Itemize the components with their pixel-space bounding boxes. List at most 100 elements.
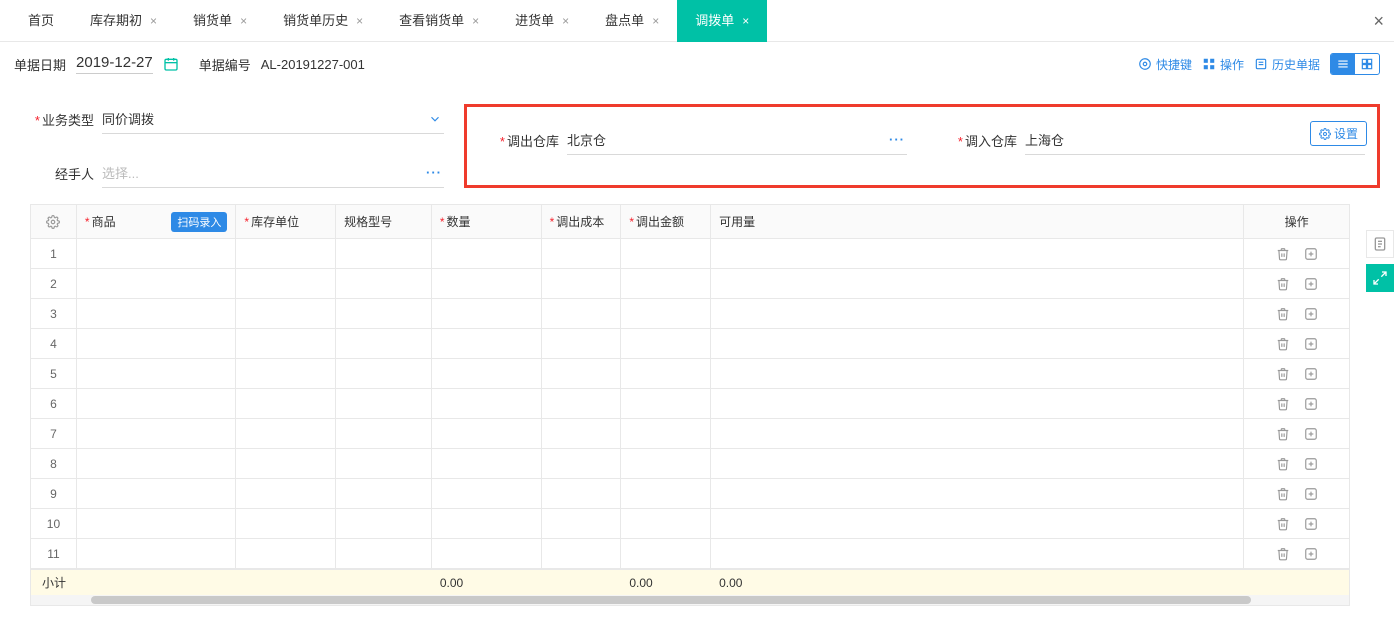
cell-product[interactable]	[77, 419, 237, 449]
view-list-button[interactable]	[1331, 54, 1355, 74]
cell-unit[interactable]	[236, 449, 336, 479]
delete-icon[interactable]	[1276, 487, 1290, 501]
cell-amount[interactable]	[621, 509, 711, 539]
table-row[interactable]: 11	[31, 539, 1349, 569]
close-icon[interactable]: ×	[356, 0, 363, 42]
actions-link[interactable]: 操作	[1202, 56, 1244, 73]
add-icon[interactable]	[1304, 307, 1318, 321]
biz-type-select[interactable]: 同价调拨	[102, 104, 444, 134]
cell-avail[interactable]	[711, 359, 1244, 389]
cell-qty[interactable]	[432, 389, 542, 419]
cell-avail[interactable]	[711, 329, 1244, 359]
cell-unit[interactable]	[236, 329, 336, 359]
table-row[interactable]: 7	[31, 419, 1349, 449]
cell-product[interactable]	[77, 389, 237, 419]
add-icon[interactable]	[1304, 487, 1318, 501]
cell-qty[interactable]	[432, 299, 542, 329]
cell-spec[interactable]	[336, 329, 432, 359]
add-icon[interactable]	[1304, 547, 1318, 561]
table-row[interactable]: 10	[31, 509, 1349, 539]
delete-icon[interactable]	[1276, 397, 1290, 411]
cell-amount[interactable]	[621, 329, 711, 359]
cell-cost[interactable]	[542, 449, 622, 479]
tab-sales-history[interactable]: 销货单历史×	[265, 0, 381, 42]
settings-button[interactable]: 设置	[1310, 121, 1367, 146]
add-icon[interactable]	[1304, 277, 1318, 291]
cell-spec[interactable]	[336, 389, 432, 419]
cell-avail[interactable]	[711, 509, 1244, 539]
side-notes-button[interactable]	[1366, 230, 1394, 258]
cell-qty[interactable]	[432, 239, 542, 269]
cell-amount[interactable]	[621, 239, 711, 269]
cell-product[interactable]	[77, 539, 237, 569]
cell-product[interactable]	[77, 299, 237, 329]
cell-avail[interactable]	[711, 449, 1244, 479]
close-all-tabs-icon[interactable]: ×	[1373, 0, 1384, 42]
date-value[interactable]: 2019-12-27	[76, 54, 153, 74]
scrollbar-thumb[interactable]	[91, 596, 1251, 604]
table-row[interactable]: 2	[31, 269, 1349, 299]
tab-purchase[interactable]: 进货单×	[497, 0, 587, 42]
out-wh-select[interactable]: 北京仓 ···	[567, 125, 907, 155]
cell-spec[interactable]	[336, 449, 432, 479]
table-row[interactable]: 9	[31, 479, 1349, 509]
calendar-icon[interactable]	[163, 56, 179, 72]
cell-amount[interactable]	[621, 269, 711, 299]
cell-cost[interactable]	[542, 539, 622, 569]
cell-avail[interactable]	[711, 479, 1244, 509]
cell-unit[interactable]	[236, 389, 336, 419]
side-expand-button[interactable]	[1366, 264, 1394, 292]
cell-unit[interactable]	[236, 269, 336, 299]
table-row[interactable]: 6	[31, 389, 1349, 419]
cell-amount[interactable]	[621, 449, 711, 479]
delete-icon[interactable]	[1276, 247, 1290, 261]
delete-icon[interactable]	[1276, 277, 1290, 291]
cell-spec[interactable]	[336, 269, 432, 299]
cell-amount[interactable]	[621, 389, 711, 419]
cell-qty[interactable]	[432, 359, 542, 389]
cell-unit[interactable]	[236, 479, 336, 509]
cell-qty[interactable]	[432, 509, 542, 539]
tab-sales-order[interactable]: 销货单×	[175, 0, 265, 42]
cell-spec[interactable]	[336, 479, 432, 509]
close-icon[interactable]: ×	[240, 0, 247, 42]
cell-cost[interactable]	[542, 269, 622, 299]
cell-unit[interactable]	[236, 419, 336, 449]
handler-select[interactable]: 选择... ···	[102, 158, 444, 188]
tab-stocktake[interactable]: 盘点单×	[587, 0, 677, 42]
cell-qty[interactable]	[432, 539, 542, 569]
delete-icon[interactable]	[1276, 457, 1290, 471]
cell-spec[interactable]	[336, 359, 432, 389]
cell-product[interactable]	[77, 479, 237, 509]
delete-icon[interactable]	[1276, 367, 1290, 381]
delete-icon[interactable]	[1276, 517, 1290, 531]
close-icon[interactable]: ×	[742, 0, 749, 42]
delete-icon[interactable]	[1276, 427, 1290, 441]
add-icon[interactable]	[1304, 247, 1318, 261]
close-icon[interactable]: ×	[472, 0, 479, 42]
cell-spec[interactable]	[336, 299, 432, 329]
cell-amount[interactable]	[621, 479, 711, 509]
cell-unit[interactable]	[236, 299, 336, 329]
table-row[interactable]: 1	[31, 239, 1349, 269]
cell-qty[interactable]	[432, 269, 542, 299]
view-grid-button[interactable]	[1355, 54, 1379, 74]
close-icon[interactable]: ×	[562, 0, 569, 42]
history-link[interactable]: 历史单据	[1254, 56, 1320, 73]
cell-qty[interactable]	[432, 479, 542, 509]
th-settings[interactable]	[31, 205, 77, 239]
cell-product[interactable]	[77, 509, 237, 539]
cell-amount[interactable]	[621, 299, 711, 329]
shortcut-link[interactable]: 快捷键	[1138, 56, 1192, 73]
delete-icon[interactable]	[1276, 307, 1290, 321]
cell-qty[interactable]	[432, 419, 542, 449]
cell-avail[interactable]	[711, 299, 1244, 329]
delete-icon[interactable]	[1276, 547, 1290, 561]
cell-avail[interactable]	[711, 239, 1244, 269]
cell-cost[interactable]	[542, 359, 622, 389]
table-row[interactable]: 3	[31, 299, 1349, 329]
cell-amount[interactable]	[621, 539, 711, 569]
cell-unit[interactable]	[236, 239, 336, 269]
cell-amount[interactable]	[621, 419, 711, 449]
tab-home[interactable]: 首页	[10, 0, 72, 42]
